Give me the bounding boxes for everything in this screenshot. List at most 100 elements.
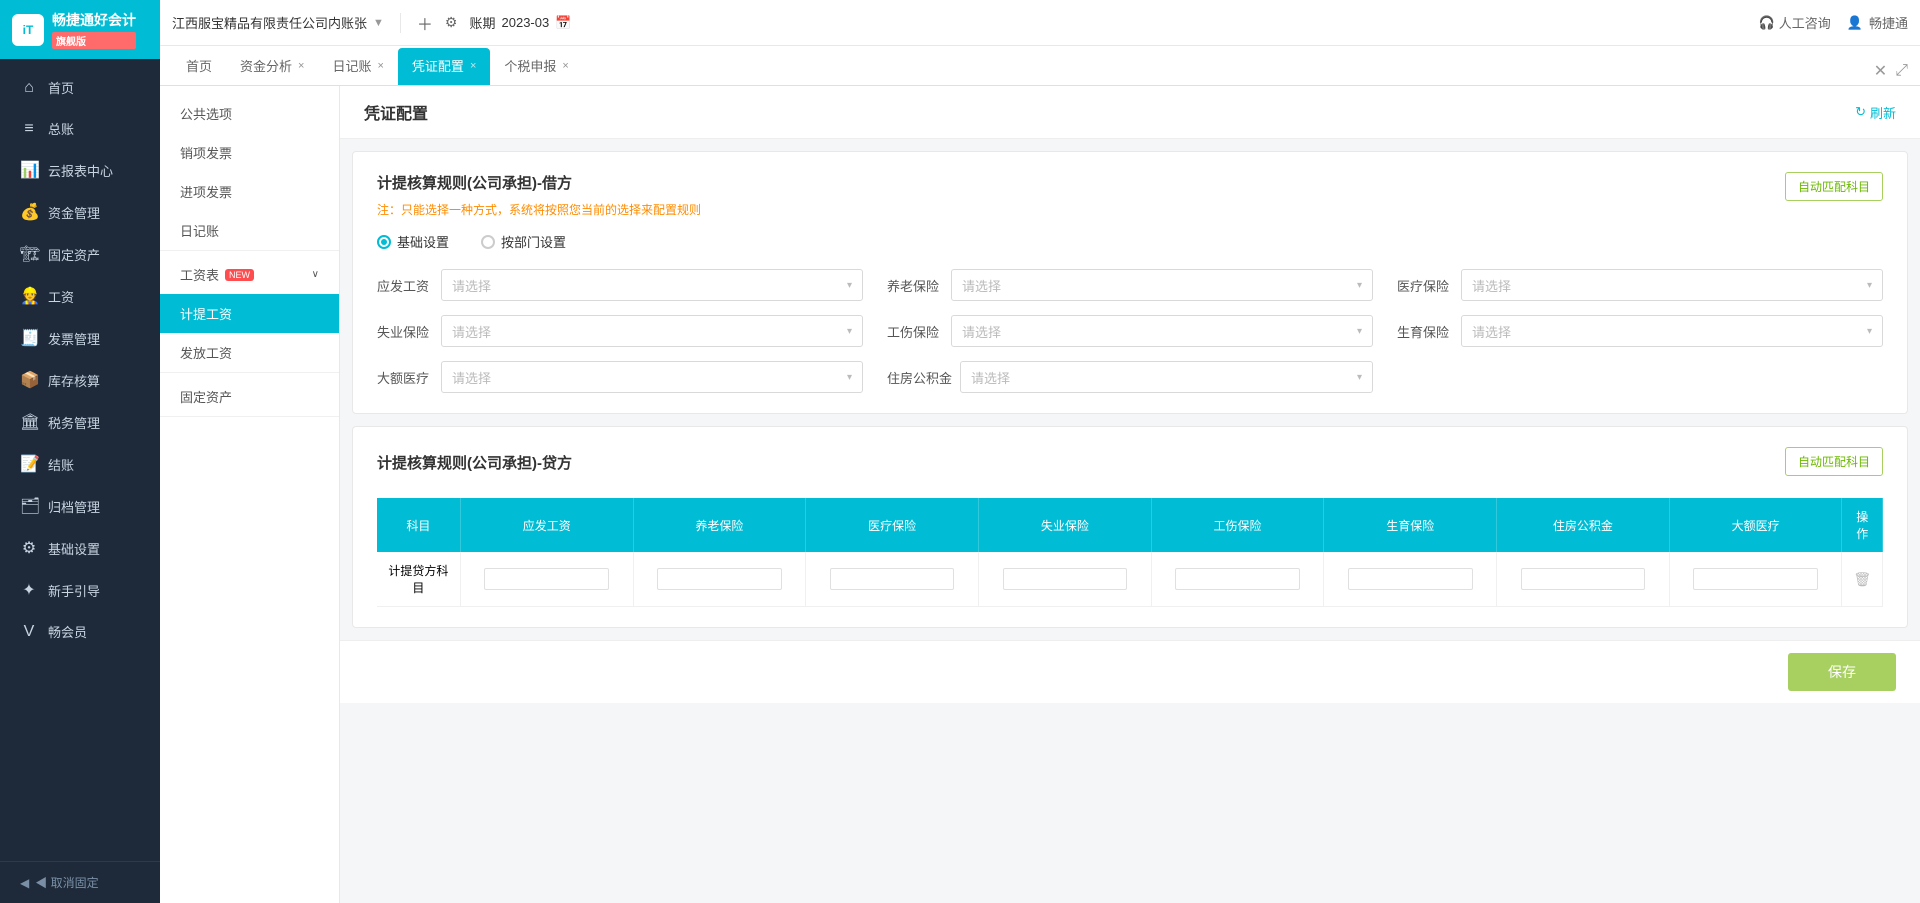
chevron-down-icon: ▾ (847, 280, 852, 291)
sub-sidebar: 公共选项 销项发票 进项发票 日记账 工资表 NEW ∨ 计提工资 发放工资 固… (160, 86, 340, 903)
field-wages-placeholder: 请选择 (452, 276, 491, 295)
field-maternity-placeholder: 请选择 (1472, 322, 1511, 341)
sidebar-item-inventory[interactable]: 📦库存核算 (0, 359, 160, 401)
avatar-icon: 👤 (1847, 15, 1863, 31)
col-maternity: 生育保险 (1324, 498, 1497, 552)
radio-dept-label: 按部门设置 (501, 232, 566, 251)
cell-medical-input[interactable] (830, 568, 955, 590)
sidebar-item-assets[interactable]: 🏗固定资产 (0, 233, 160, 275)
credit-table: 科目 应发工资 养老保险 医疗保险 失业保险 工伤保险 生育保险 住房公积金 大… (377, 498, 1883, 607)
sidebar-item-reports[interactable]: 📊云报表中心 (0, 149, 160, 191)
tab-funds-label: 资金分析 (240, 56, 292, 75)
sub-item-disbursement[interactable]: 发放工资 (160, 333, 339, 372)
page-header: 凭证配置 ↻ 刷新 (340, 86, 1920, 139)
debit-auto-match-button[interactable]: 自动匹配科目 (1785, 172, 1883, 201)
col-medical: 医疗保险 (806, 498, 979, 552)
unpin-sidebar-button[interactable]: ◀ ◀ 取消固定 (0, 861, 160, 903)
cell-housing-input[interactable] (1521, 568, 1646, 590)
field-unemployment-select[interactable]: 请选择 ▾ (441, 315, 863, 347)
radio-dept[interactable]: 按部门设置 (481, 232, 566, 251)
delete-row-icon[interactable]: 🗑 (1853, 571, 1871, 587)
sidebar-item-salary[interactable]: 👷工资 (0, 275, 160, 317)
sub-item-journal[interactable]: 日记账 (160, 211, 339, 250)
tab-voucher[interactable]: 凭证配置 × (398, 48, 490, 85)
tab-home[interactable]: 首页 (172, 48, 226, 85)
credit-auto-match-button[interactable]: 自动匹配科目 (1785, 447, 1883, 476)
debit-section: 计提核算规则(公司承担)-借方 注：只能选择一种方式，系统将按照您当前的选择来配… (352, 151, 1908, 414)
save-button[interactable]: 保存 (1788, 653, 1896, 691)
cell-pension-input[interactable] (657, 568, 782, 590)
tab-tax-close-icon[interactable]: × (562, 60, 568, 72)
cell-medical (806, 552, 979, 607)
sidebar-item-home[interactable]: ⌂首页 (0, 67, 160, 108)
settings-button[interactable]: ⚙ (445, 14, 458, 31)
sub-item-payroll-table[interactable]: 工资表 NEW ∨ (160, 255, 339, 294)
field-maternity-select[interactable]: 请选择 ▾ (1461, 315, 1883, 347)
sidebar-item-funds[interactable]: 💰资金管理 (0, 191, 160, 233)
tab-journal[interactable]: 日记账 × (318, 48, 397, 85)
col-wages: 应发工资 (460, 498, 633, 552)
tabs-bar: 首页 资金分析 × 日记账 × 凭证配置 × 个税申报 × ✕ ⤢ (160, 46, 1920, 86)
sidebar-item-ledger[interactable]: ≡总账 (0, 108, 160, 149)
radio-basic[interactable]: 基础设置 (377, 232, 449, 251)
sub-item-fixed-assets[interactable]: 固定资产 (160, 377, 339, 416)
cell-large-medical-input[interactable] (1693, 568, 1818, 590)
archive-icon: 🗂 (20, 496, 38, 516)
field-medical-select[interactable]: 请选择 ▾ (1461, 269, 1883, 301)
cell-unemployment-input[interactable] (1003, 568, 1128, 590)
user-menu-button[interactable]: 👤 畅捷通 (1847, 13, 1908, 32)
sub-item-disbursement-label: 发放工资 (180, 343, 232, 362)
sidebar-item-tax[interactable]: 🏛税务管理 (0, 401, 160, 443)
tab-funds[interactable]: 资金分析 × (226, 48, 318, 85)
sidebar-item-archive[interactable]: 🗂归档管理 (0, 485, 160, 527)
funds-icon: 💰 (20, 202, 38, 222)
tab-journal-close-icon[interactable]: × (377, 60, 383, 72)
cell-maternity-input[interactable] (1348, 568, 1473, 590)
cell-housing (1497, 552, 1670, 607)
field-pension-select[interactable]: 请选择 ▾ (951, 269, 1373, 301)
field-large-medical-select[interactable]: 请选择 ▾ (441, 361, 863, 393)
refresh-button[interactable]: ↻ 刷新 (1855, 103, 1896, 122)
tab-tax[interactable]: 个税申报 × (490, 48, 582, 85)
tab-journal-label: 日记账 (332, 56, 371, 75)
period-selector[interactable]: 账期 2023-03 📅 (469, 13, 571, 32)
sidebar-item-vip[interactable]: V畅会员 (0, 611, 160, 652)
tab-funds-close-icon[interactable]: × (298, 60, 304, 72)
company-selector[interactable]: 江西服宝精品有限责任公司内账张 ▼ (172, 13, 384, 32)
sidebar-item-label: 总账 (48, 119, 74, 138)
add-account-button[interactable]: ＋ (417, 11, 433, 35)
field-housing-fund-select[interactable]: 请选择 ▾ (960, 361, 1373, 393)
field-wages: 应发工资 请选择 ▾ (377, 269, 863, 301)
sub-item-payroll-table-label: 工资表 (180, 265, 219, 284)
service-button[interactable]: 🎧 人工咨询 (1759, 13, 1831, 32)
cell-wages-input[interactable] (484, 568, 609, 590)
cell-injury-input[interactable] (1175, 568, 1300, 590)
sidebar-item-settings[interactable]: ⚙基础设置 (0, 527, 160, 569)
col-unemployment: 失业保险 (978, 498, 1151, 552)
field-injury-select[interactable]: 请选择 ▾ (951, 315, 1373, 347)
sidebar-item-closing[interactable]: 📝结账 (0, 443, 160, 485)
sub-item-payroll[interactable]: 计提工资 (160, 294, 339, 333)
field-wages-select[interactable]: 请选择 ▾ (441, 269, 863, 301)
sub-item-sales[interactable]: 销项发票 (160, 133, 339, 172)
company-dropdown-icon: ▼ (373, 17, 384, 29)
credit-section-title: 计提核算规则(公司承担)-贷方 (377, 452, 572, 473)
cell-maternity (1324, 552, 1497, 607)
page-content: 凭证配置 ↻ 刷新 计提核算规则(公司承担)-借方 注：只能选择一种方式，系统将… (340, 86, 1920, 903)
sub-item-fixed-assets-label: 固定资产 (180, 387, 232, 406)
sub-item-purchase[interactable]: 进项发票 (160, 172, 339, 211)
salary-icon: 👷 (20, 286, 38, 306)
close-tab-icon[interactable]: ✕ (1874, 61, 1887, 81)
tabs-actions: ✕ ⤢ (1874, 61, 1908, 85)
closing-icon: 📝 (20, 454, 38, 474)
sub-item-public[interactable]: 公共选项 (160, 94, 339, 133)
sidebar-item-guide[interactable]: ✦新手引导 (0, 569, 160, 611)
field-injury-placeholder: 请选择 (962, 322, 1001, 341)
main-nav: ⌂首页 ≡总账 📊云报表中心 💰资金管理 🏗固定资产 👷工资 🧾发票管理 📦库存… (0, 59, 160, 861)
chevron-down-icon: ▾ (1867, 326, 1872, 337)
tab-voucher-close-icon[interactable]: × (470, 60, 476, 72)
chevron-down-icon: ∨ (312, 269, 319, 280)
chevron-down-icon: ▾ (1867, 280, 1872, 291)
sidebar-item-invoice[interactable]: 🧾发票管理 (0, 317, 160, 359)
expand-tab-icon[interactable]: ⤢ (1895, 62, 1908, 80)
